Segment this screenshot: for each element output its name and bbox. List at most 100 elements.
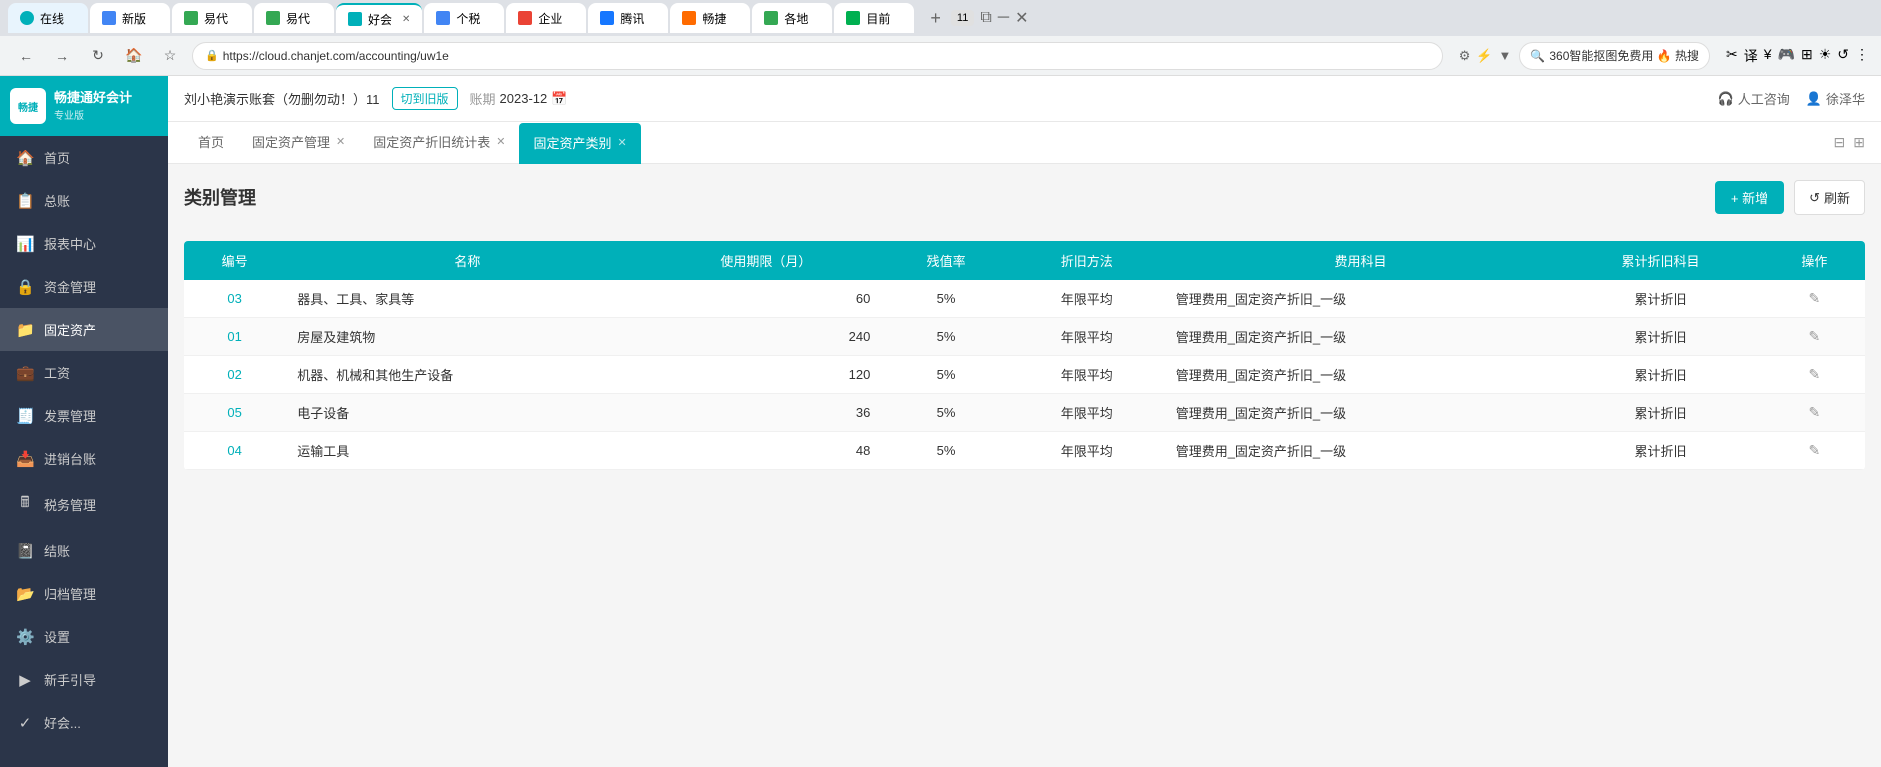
- period-display: 账期 2023-12 📅: [470, 89, 568, 108]
- undo-icon[interactable]: ↺: [1837, 46, 1849, 66]
- code-link-0[interactable]: 03: [227, 291, 241, 306]
- tab-fixed-assets-mgmt[interactable]: 固定资产管理 ✕: [238, 122, 359, 163]
- cell-method-0: 年限平均: [1010, 280, 1164, 318]
- translate-icon[interactable]: 译: [1744, 46, 1758, 66]
- tab-expand-button[interactable]: ⊞: [1853, 134, 1865, 151]
- cell-action-3: ✎: [1764, 394, 1865, 432]
- refresh-button[interactable]: ↺ 刷新: [1794, 180, 1865, 215]
- forward-button[interactable]: →: [48, 42, 76, 70]
- calendar-icon[interactable]: 📅: [551, 91, 567, 107]
- cell-rate-1: 5%: [882, 318, 1010, 356]
- table-row: 04 运输工具 48 5% 年限平均 管理费用_固定资产折旧_一级 累计折旧 ✎: [184, 432, 1865, 470]
- switch-to-old-version-button[interactable]: 切到旧版: [392, 87, 458, 110]
- browser-tab-gesui[interactable]: 个税: [424, 3, 504, 33]
- tab-asset-category-close[interactable]: ✕: [618, 136, 627, 149]
- sidebar-item-archive[interactable]: 📂 归档管理: [0, 572, 168, 615]
- brightness-icon[interactable]: ☀: [1819, 46, 1832, 66]
- browser-search-bar[interactable]: 🔍 360智能抠图免费用 🔥 热搜: [1519, 42, 1710, 70]
- sidebar-item-tax[interactable]: 🖩 税务管理: [0, 480, 168, 529]
- edit-button-3[interactable]: ✎: [1808, 404, 1820, 420]
- payroll-icon: 💼: [16, 364, 34, 382]
- search-icon: 🔍: [1530, 49, 1545, 63]
- cell-method-3: 年限平均: [1010, 394, 1164, 432]
- game-icon[interactable]: 🎮: [1778, 46, 1795, 66]
- grid-icon[interactable]: ⊞: [1801, 46, 1813, 66]
- more-nav-icon[interactable]: ▼: [1499, 48, 1512, 63]
- browser-tab-changjie[interactable]: 畅捷: [670, 3, 750, 33]
- code-link-2[interactable]: 02: [227, 367, 241, 382]
- sidebar-item-general-ledger[interactable]: 📋 总账: [0, 179, 168, 222]
- wallet-icon[interactable]: ¥: [1764, 46, 1772, 66]
- code-link-1[interactable]: 01: [227, 329, 241, 344]
- col-header-period: 使用期限（月）: [650, 241, 883, 280]
- home-button[interactable]: 🏠: [120, 42, 148, 70]
- sidebar-item-reports[interactable]: 📊 报表中心: [0, 222, 168, 265]
- back-button[interactable]: ←: [12, 42, 40, 70]
- add-button[interactable]: + 新增: [1715, 181, 1784, 214]
- ssl-lock-icon: 🔒: [205, 49, 219, 62]
- user-area[interactable]: 👤 徐泽华: [1806, 89, 1865, 108]
- tab-depreciation-table-close[interactable]: ✕: [496, 135, 505, 148]
- code-link-3[interactable]: 05: [227, 405, 241, 420]
- ledger-icon: 📋: [16, 192, 34, 210]
- bookmark-button[interactable]: ☆: [156, 42, 184, 70]
- browser-tab-close[interactable]: ✕: [402, 14, 410, 25]
- tab-home[interactable]: 首页: [184, 122, 238, 163]
- app-tab-bar: 首页 固定资产管理 ✕ 固定资产折旧统计表 ✕ 固定资产类别 ✕ ⊟ ⊞: [168, 122, 1881, 164]
- sidebar-item-settings[interactable]: ⚙️ 设置: [0, 615, 168, 658]
- site-info-icon[interactable]: ⚙: [1459, 48, 1471, 64]
- col-header-code: 编号: [184, 241, 285, 280]
- browser-tab-xinban[interactable]: 新版: [90, 3, 170, 33]
- browser-tab-yidai2[interactable]: 易代: [254, 3, 334, 33]
- table-row: 02 机器、机械和其他生产设备 120 5% 年限平均 管理费用_固定资产折旧_…: [184, 356, 1865, 394]
- code-link-4[interactable]: 04: [227, 443, 241, 458]
- browser-tab-muqian[interactable]: 目前: [834, 3, 914, 33]
- cell-name-2: 机器、机械和其他生产设备: [285, 356, 649, 394]
- refresh-button[interactable]: ↻: [84, 42, 112, 70]
- tab-fixed-assets-mgmt-close[interactable]: ✕: [336, 135, 345, 148]
- sidebar-item-tutorial[interactable]: ▶ 新手引导: [0, 658, 168, 701]
- cell-expense-2: 管理费用_固定资产折旧_一级: [1164, 356, 1558, 394]
- browser-tab-yidai1[interactable]: 易代: [172, 3, 252, 33]
- sidebar-item-payroll[interactable]: 💼 工资: [0, 351, 168, 394]
- scissors-icon[interactable]: ✂: [1726, 46, 1738, 66]
- sidebar-item-home[interactable]: 🏠 首页: [0, 136, 168, 179]
- edit-button-0[interactable]: ✎: [1808, 290, 1820, 306]
- cell-name-0: 器具、工具、家具等: [285, 280, 649, 318]
- cell-period-0: 60: [650, 280, 883, 318]
- browser-tab-tengxun[interactable]: 腾讯: [588, 3, 668, 33]
- browser-tab-gedi[interactable]: 各地: [752, 3, 832, 33]
- sidebar-item-closing[interactable]: 📓 结账: [0, 529, 168, 572]
- edit-button-2[interactable]: ✎: [1808, 366, 1820, 382]
- cell-method-2: 年限平均: [1010, 356, 1164, 394]
- address-bar[interactable]: 🔒 https://cloud.chanjet.com/accounting/u…: [192, 42, 1443, 70]
- sidebar-item-funds[interactable]: 🔒 资金管理: [0, 265, 168, 308]
- browser-nav-bar: ← → ↻ 🏠 ☆ 🔒 https://cloud.chanjet.com/ac…: [0, 36, 1881, 76]
- new-tab-button[interactable]: +: [926, 8, 945, 29]
- sidebar-logo: 畅捷 畅捷通好会计 专业版: [0, 76, 168, 136]
- edit-button-1[interactable]: ✎: [1808, 328, 1820, 344]
- browser-tab-qiye[interactable]: 企业: [506, 3, 586, 33]
- tab-collapse-button[interactable]: ⊟: [1834, 134, 1846, 151]
- cell-code-3: 05: [184, 394, 285, 432]
- tab-depreciation-table[interactable]: 固定资产折旧统计表 ✕: [359, 122, 519, 163]
- browser-tab-haohui[interactable]: 好会 ✕: [336, 3, 422, 33]
- sidebar-item-invoice[interactable]: 🧾 发票管理: [0, 394, 168, 437]
- browser-tab-zaixin[interactable]: 在线: [8, 3, 88, 33]
- help-area[interactable]: 🎧 人工咨询: [1718, 89, 1790, 108]
- sidebar: 畅捷 畅捷通好会计 专业版 🏠 首页 📋 总账 📊 报表中心 🔒 资金管理 📁 …: [0, 76, 168, 767]
- settings-menu-icon[interactable]: ⋮: [1855, 46, 1869, 66]
- sidebar-item-haohui[interactable]: ✓ 好会...: [0, 701, 168, 744]
- edit-button-4[interactable]: ✎: [1808, 442, 1820, 458]
- haohui-icon: ✓: [16, 714, 34, 732]
- restore-window-button[interactable]: ⧉: [980, 9, 991, 27]
- sidebar-item-fixed-assets[interactable]: 📁 固定资产: [0, 308, 168, 351]
- period-value: 2023-12: [500, 91, 548, 106]
- home-icon: 🏠: [16, 149, 34, 167]
- minimize-button[interactable]: ─: [998, 9, 1009, 27]
- sidebar-item-purchase-sales[interactable]: 📥 进销台账: [0, 437, 168, 480]
- close-window-button[interactable]: ✕: [1015, 8, 1028, 28]
- address-text: https://cloud.chanjet.com/accounting/uw1…: [223, 49, 449, 63]
- lightning-icon[interactable]: ⚡: [1476, 48, 1492, 64]
- tab-asset-category[interactable]: 固定资产类别 ✕: [519, 123, 640, 164]
